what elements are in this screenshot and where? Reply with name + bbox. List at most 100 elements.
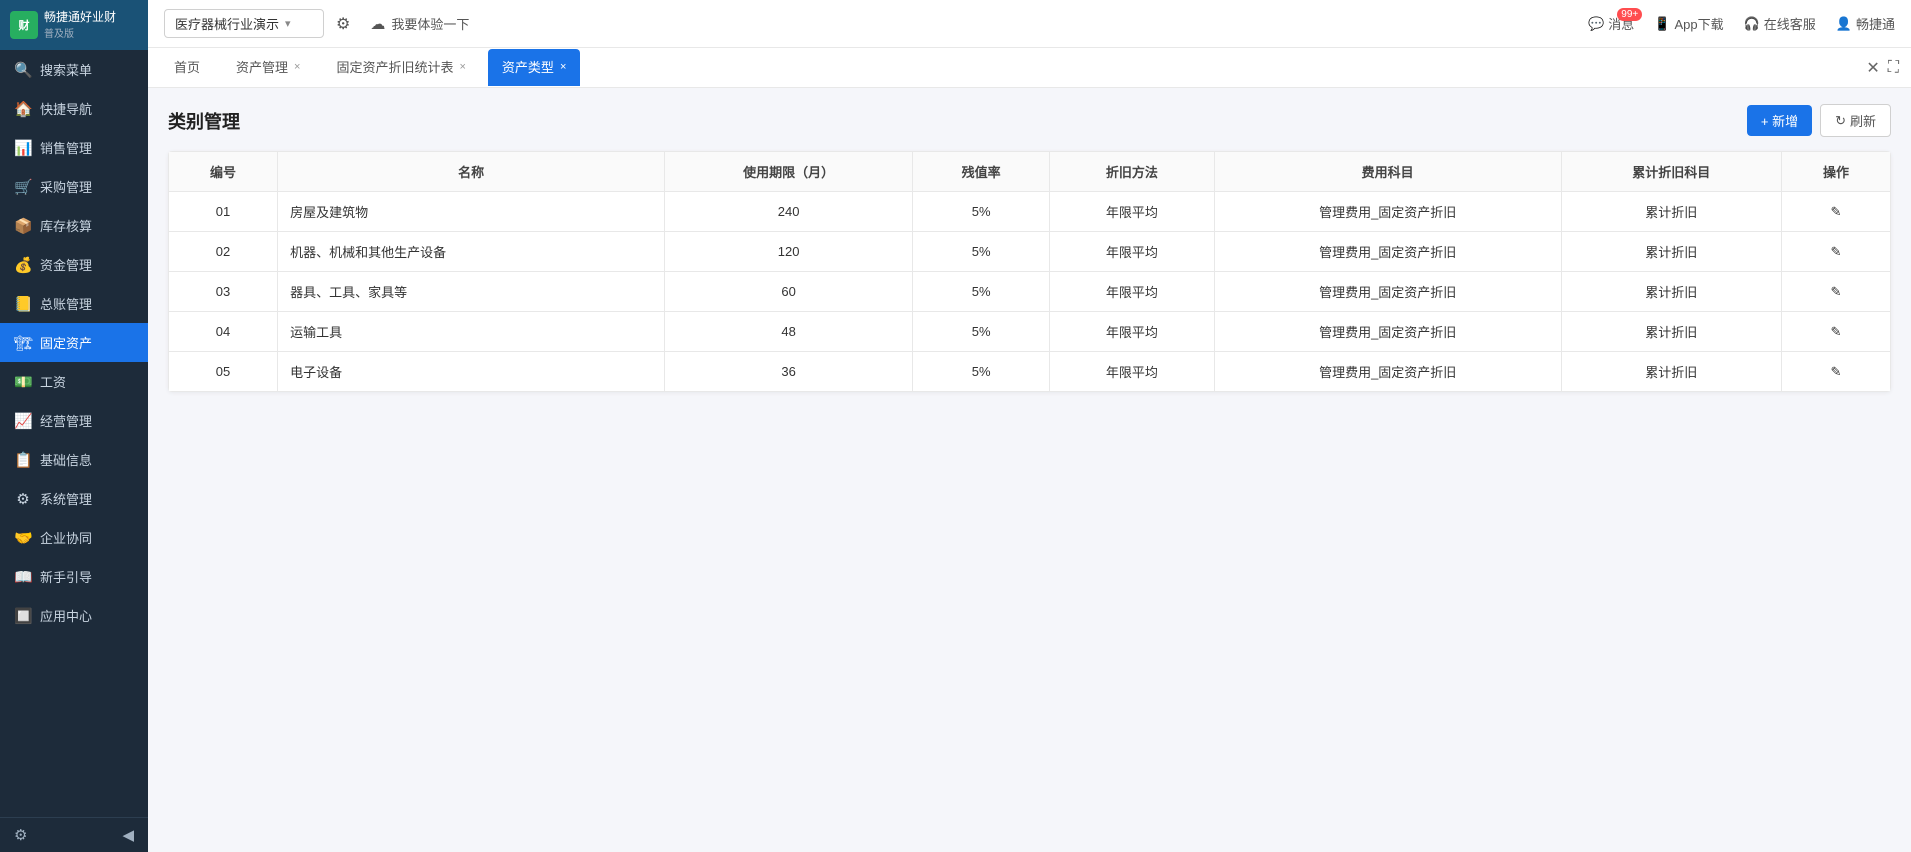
cell-usage-period-3: 48 [665, 312, 913, 352]
tab-asset-mgmt-close[interactable]: × [294, 61, 300, 73]
cell-accumulated-subject-3: 累计折旧 [1561, 312, 1781, 352]
window-controls: ✕ ⛶ [1866, 58, 1899, 78]
refresh-button[interactable]: ↻ 刷新 [1820, 104, 1891, 137]
sidebar-item-guide[interactable]: 📖新手引导 [0, 557, 148, 596]
online-service-label: 在线客服 [1764, 14, 1816, 33]
app-download-button[interactable]: 📱 App下载 [1654, 14, 1723, 33]
cooperation-icon: 🤝 [14, 529, 32, 547]
cell-depreciation-method-1: 年限平均 [1050, 232, 1215, 272]
sidebar-item-payroll[interactable]: 💵工资 [0, 362, 148, 401]
inventory-icon: 📦 [14, 217, 32, 235]
download-icon: 📱 [1654, 16, 1670, 32]
tab-fixed-asset-table[interactable]: 固定资产折旧统计表 × [322, 49, 479, 86]
tab-home-label: 首页 [174, 57, 200, 76]
tab-asset-mgmt-label: 资产管理 [236, 57, 288, 76]
sidebar-item-fixed-asset[interactable]: 🏗 固定资产 [0, 323, 148, 362]
online-service-button[interactable]: 🎧 在线客服 [1744, 14, 1816, 33]
sidebar: 财 畅捷通好业财 普及版 🔍搜索菜单🏠快捷导航📊销售管理🛒采购管理📦库存核算💰资… [0, 0, 148, 852]
sidebar-item-purchase[interactable]: 🛒 采购管理 [0, 167, 148, 206]
company-selector[interactable]: 医疗器械行业演示 ▾ [164, 9, 324, 38]
col-accumulated-subject: 累计折旧科目 [1561, 152, 1781, 192]
quick-nav-icon: 🏠 [14, 100, 32, 118]
settings-icon[interactable]: ⚙ [14, 826, 27, 844]
tab-asset-type-label: 资产类型 [502, 57, 554, 76]
sidebar-item-cooperation[interactable]: 🤝企业协同 [0, 518, 148, 557]
sidebar-label-system: 系统管理 [40, 489, 92, 508]
col-depreciation-method: 折旧方法 [1050, 152, 1215, 192]
experience-button[interactable]: ☁ 我要体验一下 [362, 10, 477, 37]
app-download-label: App下载 [1674, 14, 1723, 33]
sidebar-item-fund[interactable]: 💰资金管理 [0, 245, 148, 284]
sidebar-label-purchase: 采购管理 [40, 177, 92, 196]
tab-asset-type-close[interactable]: × [560, 61, 566, 73]
sidebar-item-app-center[interactable]: 🔲应用中心 [0, 596, 148, 635]
sidebar-nav: 🔍搜索菜单 🏠 快捷导航 📊 销售管理 🛒 采购管理 📦 库存核算 💰资金管理📒总账管理 🏗 固定资产… [0, 50, 148, 817]
cell-action-0[interactable]: ✎ [1781, 192, 1890, 232]
sidebar-label-quick-nav: 快捷导航 [40, 99, 92, 118]
cell-cost-subject-1: 管理费用_固定资产折旧 [1214, 232, 1561, 272]
sidebar-label-sales: 销售管理 [40, 138, 92, 157]
tab-asset-type[interactable]: 资产类型 × [488, 49, 580, 86]
headset-icon: 🎧 [1744, 16, 1760, 32]
cell-depreciation-method-3: 年限平均 [1050, 312, 1215, 352]
cell-residual-rate-1: 5% [913, 232, 1050, 272]
cell-action-4[interactable]: ✎ [1781, 352, 1890, 392]
tab-fixed-asset-table-close[interactable]: × [459, 61, 465, 73]
purchase-icon: 🛒 [14, 178, 32, 196]
user-menu[interactable]: 👤 畅捷通 [1836, 14, 1895, 33]
cell-cost-subject-3: 管理费用_固定资产折旧 [1214, 312, 1561, 352]
cell-usage-period-0: 240 [665, 192, 913, 232]
cell-name-1: 机器、机械和其他生产设备 [278, 232, 665, 272]
tab-home[interactable]: 首页 [160, 49, 214, 86]
page-header: 类别管理 + 新增 ↻ 刷新 [168, 104, 1891, 137]
col-action: 操作 [1781, 152, 1890, 192]
sidebar-label-fixed-asset: 固定资产 [40, 333, 92, 352]
main-content: 医疗器械行业演示 ▾ ⚙ ☁ 我要体验一下 💬 消息 99+ 📱 App下载 🎧… [148, 0, 1911, 852]
sidebar-item-ledger[interactable]: 📒总账管理 [0, 284, 148, 323]
collapse-icon[interactable]: ◀ [122, 826, 134, 844]
guide-icon: 📖 [14, 568, 32, 586]
sidebar-item-quick-nav[interactable]: 🏠 快捷导航 [0, 89, 148, 128]
col-name: 名称 [278, 152, 665, 192]
tab-asset-mgmt[interactable]: 资产管理 × [222, 49, 314, 86]
logo-icon: 财 [10, 11, 38, 39]
sales-icon: 📊 [14, 139, 32, 157]
sidebar-item-operation[interactable]: 📈经营管理 [0, 401, 148, 440]
fixed-asset-icon: 🏗 [14, 334, 32, 352]
cell-code-2: 03 [169, 272, 278, 312]
cell-code-1: 02 [169, 232, 278, 272]
close-window-icon[interactable]: ✕ [1866, 58, 1879, 78]
sidebar-item-search[interactable]: 🔍搜索菜单 [0, 50, 148, 89]
cell-cost-subject-4: 管理费用_固定资产折旧 [1214, 352, 1561, 392]
cell-usage-period-4: 36 [665, 352, 913, 392]
expand-window-icon[interactable]: ⛶ [1888, 59, 1899, 77]
message-icon: 💬 [1588, 16, 1604, 32]
sidebar-item-system[interactable]: ⚙系统管理 [0, 479, 148, 518]
cell-residual-rate-4: 5% [913, 352, 1050, 392]
fund-icon: 💰 [14, 256, 32, 274]
cell-action-3[interactable]: ✎ [1781, 312, 1890, 352]
sidebar-item-inventory[interactable]: 📦 库存核算 [0, 206, 148, 245]
sidebar-item-basic-info[interactable]: 📋基础信息 [0, 440, 148, 479]
sidebar-item-sales[interactable]: 📊 销售管理 [0, 128, 148, 167]
tab-fixed-asset-table-label: 固定资产折旧统计表 [336, 57, 453, 76]
cloud-icon: ☁ [370, 15, 385, 33]
tabbar: 首页 资产管理 × 固定资产折旧统计表 × 资产类型 × ✕ ⛶ [148, 48, 1911, 88]
sidebar-label-search: 搜索菜单 [40, 60, 92, 79]
new-button[interactable]: + 新增 [1747, 105, 1812, 136]
topbar-right: 💬 消息 99+ 📱 App下载 🎧 在线客服 👤 畅捷通 [1588, 14, 1895, 33]
cell-depreciation-method-0: 年限平均 [1050, 192, 1215, 232]
messages-button[interactable]: 💬 消息 99+ [1588, 14, 1634, 33]
settings-gear-icon[interactable]: ⚙ [336, 14, 350, 34]
operation-icon: 📈 [14, 412, 32, 430]
table-row: 02 机器、机械和其他生产设备 120 5% 年限平均 管理费用_固定资产折旧 … [169, 232, 1891, 272]
cell-code-4: 05 [169, 352, 278, 392]
cell-action-2[interactable]: ✎ [1781, 272, 1890, 312]
sidebar-label-payroll: 工资 [40, 372, 66, 391]
sidebar-label-inventory: 库存核算 [40, 216, 92, 235]
sidebar-footer: ⚙ ◀ [0, 817, 148, 852]
cell-name-4: 电子设备 [278, 352, 665, 392]
sidebar-label-ledger: 总账管理 [40, 294, 92, 313]
cell-action-1[interactable]: ✎ [1781, 232, 1890, 272]
cell-accumulated-subject-4: 累计折旧 [1561, 352, 1781, 392]
